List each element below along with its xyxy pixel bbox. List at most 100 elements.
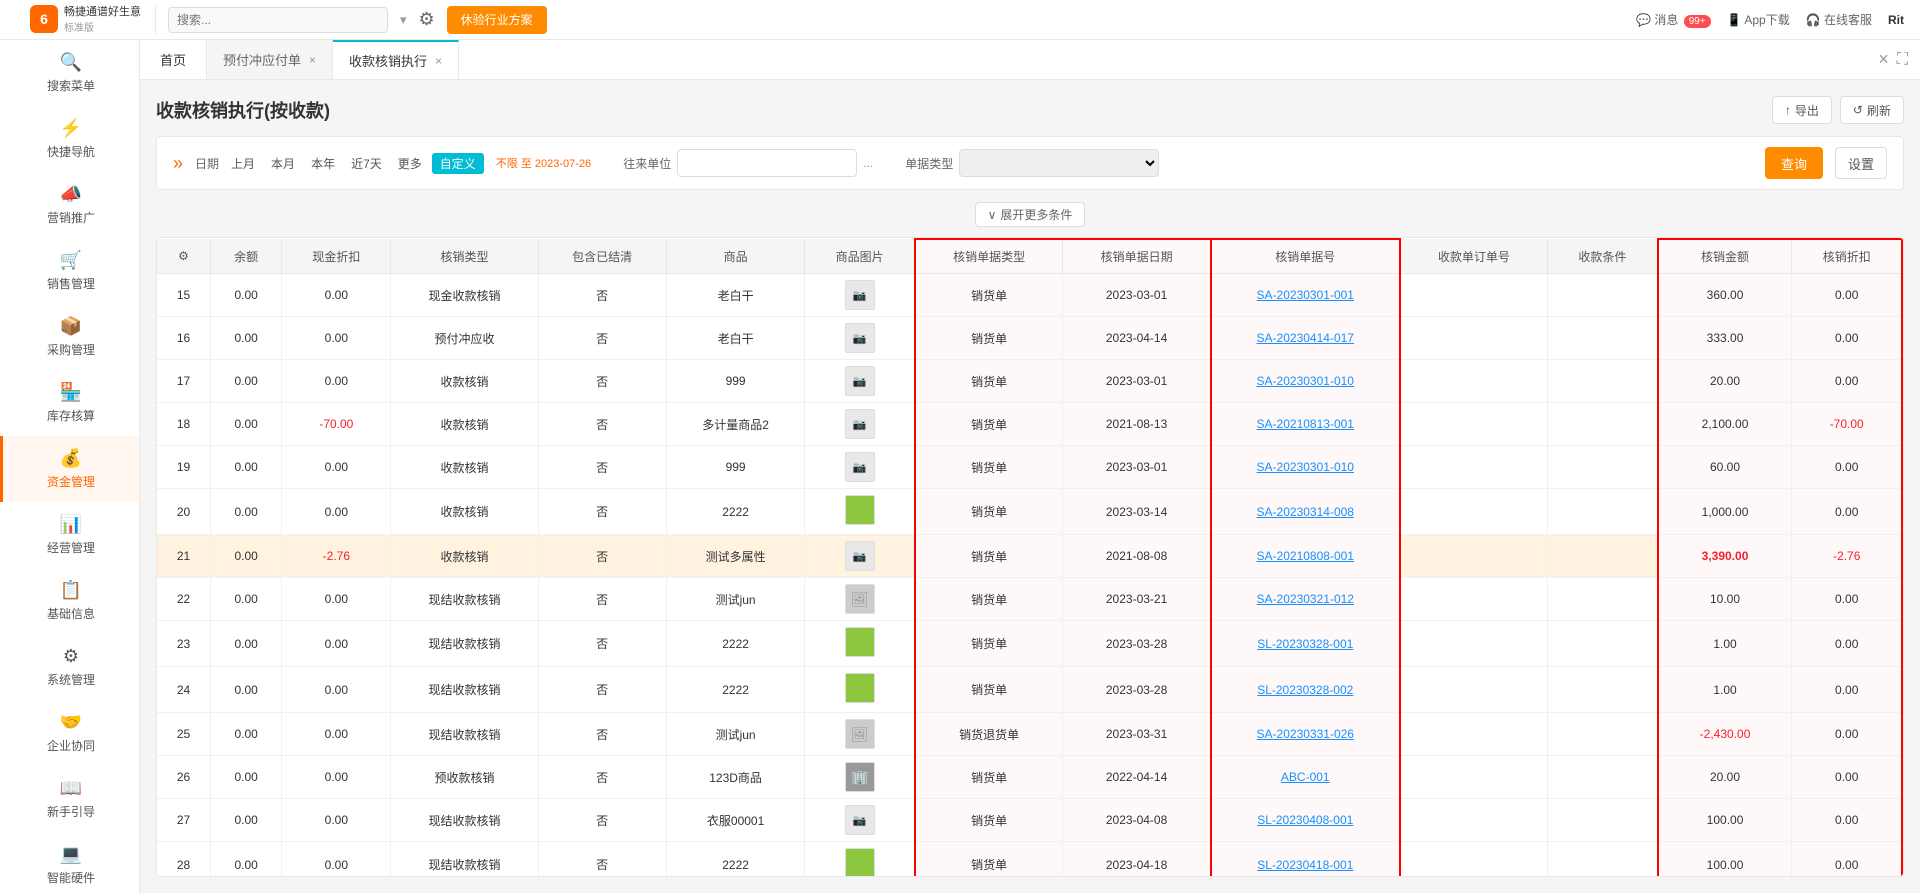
doc-type-select[interactable] [959, 149, 1159, 177]
sidebar-item-finance[interactable]: 💰 资金管理 [0, 436, 139, 502]
row-verify-no[interactable]: SA-20230314-008 [1211, 489, 1400, 535]
row-goods: 999 [666, 360, 805, 403]
export-btn[interactable]: ↑ 导出 [1772, 96, 1832, 124]
row-include-settled: 否 [538, 667, 666, 713]
row-verify-no[interactable]: SA-20210813-001 [1211, 403, 1400, 446]
tab-home[interactable]: 首页 [140, 40, 207, 79]
sidebar-item-management[interactable]: 📊 经营管理 [0, 502, 139, 568]
sidebar-item-guide[interactable]: 📖 新手引导 [0, 766, 139, 832]
app-download-item[interactable]: 📱 App下载 [1727, 11, 1790, 28]
online-support-item[interactable]: 🎧 在线客服 [1806, 11, 1872, 28]
row-id: 22 [157, 578, 211, 621]
row-verify-doc-type: 销货单 [915, 535, 1063, 578]
custom-btn[interactable]: 自定义 [432, 153, 484, 174]
sidebar-item-basic-info[interactable]: 📋 基础信息 [0, 568, 139, 634]
close-window-icon[interactable]: × [1878, 49, 1889, 70]
sidebar-item-label: 经营管理 [47, 539, 95, 556]
row-verify-no[interactable]: SA-20230301-001 [1211, 274, 1400, 317]
row-verify-amount: 20.00 [1658, 360, 1792, 403]
row-goods: 多计量商品2 [666, 403, 805, 446]
row-verify-no[interactable]: ABC-001 [1211, 756, 1400, 799]
user-name[interactable]: Rit [1888, 13, 1904, 27]
sidebar-item-search[interactable]: 🔍 搜索菜单 [0, 40, 139, 106]
refresh-btn[interactable]: ↺ 刷新 [1840, 96, 1904, 124]
row-goods: 测试多属性 [666, 535, 805, 578]
sidebar-item-marketing[interactable]: 📣 营销推广 [0, 172, 139, 238]
doc-type-filter: 单据类型 [905, 149, 1159, 177]
sidebar-item-purchase[interactable]: 📦 采购管理 [0, 304, 139, 370]
tab-prepay-close[interactable]: × [309, 53, 316, 67]
expand-more-btn[interactable]: ∨ 展开更多条件 [975, 202, 1086, 227]
row-verify-date: 2021-08-08 [1063, 535, 1211, 578]
row-verify-no[interactable]: SA-20230301-010 [1211, 446, 1400, 489]
sidebar-item-label: 采购管理 [47, 341, 95, 358]
row-verify-amount: 10.00 [1658, 578, 1792, 621]
table-row: 270.000.00现结收款核销否衣服00001📷销货单2023-04-08SL… [157, 799, 1902, 842]
row-verify-no[interactable]: SL-20230328-001 [1211, 621, 1400, 667]
notification-item[interactable]: 💬 消息 99+ [1636, 11, 1711, 28]
col-verify-discount: 核销折扣 [1792, 239, 1902, 274]
tab-receipt-verify-close[interactable]: × [435, 54, 442, 68]
recent7-btn[interactable]: 近7天 [345, 153, 388, 174]
row-receipt-condition [1548, 446, 1658, 489]
content-area: 首页 预付冲应付单 × 收款核销执行 × × ⛶ 收款核销执行(按收款) ↑ [140, 40, 1920, 893]
tab-prepay[interactable]: 预付冲应付单 × [207, 40, 333, 79]
settings-filter-btn[interactable]: 设置 [1835, 147, 1887, 179]
maximize-icon[interactable]: ⛶ [1897, 51, 1908, 69]
industry-btn[interactable]: 休验行业方案 [447, 6, 547, 34]
row-verify-no[interactable]: SA-20210808-001 [1211, 535, 1400, 578]
tab-receipt-verify[interactable]: 收款核销执行 × [333, 40, 459, 79]
row-goods: 2222 [666, 667, 805, 713]
row-verify-no[interactable]: SL-20230408-001 [1211, 799, 1400, 842]
last-month-btn[interactable]: 上月 [225, 153, 261, 174]
row-verify-discount: -2.76 [1792, 535, 1902, 578]
sidebar-item-inventory[interactable]: 🏪 库存核算 [0, 370, 139, 436]
row-verify-type: 预收款核销 [391, 756, 538, 799]
table-row: 190.000.00收款核销否999📷销货单2023-03-01SA-20230… [157, 446, 1902, 489]
row-verify-no[interactable]: SA-20230301-010 [1211, 360, 1400, 403]
row-verify-doc-type: 销货单 [915, 621, 1063, 667]
sidebar-item-quicknav[interactable]: ⚡ 快捷导航 [0, 106, 139, 172]
row-verify-date: 2023-03-01 [1063, 274, 1211, 317]
dropdown-icon[interactable]: ▾ [400, 12, 407, 28]
date-filter: 日期 上月 本月 本年 近7天 更多 自定义 [195, 153, 484, 174]
search-input[interactable] [168, 7, 388, 33]
row-verify-no[interactable]: SA-20230414-017 [1211, 317, 1400, 360]
row-include-settled: 否 [538, 578, 666, 621]
more-btn[interactable]: 更多 [392, 153, 428, 174]
row-verify-no[interactable]: SA-20230321-012 [1211, 578, 1400, 621]
row-verify-date: 2023-04-14 [1063, 317, 1211, 360]
search-icon: 🔍 [60, 52, 82, 73]
row-verify-no[interactable]: SL-20230418-001 [1211, 842, 1400, 878]
data-table-container: ⚙ 余额 现金折扣 核销类型 包含已结清 商品 商品图片 核销单据类型 核销单据… [156, 237, 1904, 877]
product-image [845, 673, 875, 703]
this-month-btn[interactable]: 本月 [265, 153, 301, 174]
row-verify-no[interactable]: SA-20230331-026 [1211, 713, 1400, 756]
purchase-icon: 📦 [60, 316, 82, 337]
this-year-btn[interactable]: 本年 [305, 153, 341, 174]
sidebar-item-system[interactable]: ⚙ 系统管理 [0, 634, 139, 700]
sidebar-item-collab[interactable]: 🤝 企业协同 [0, 700, 139, 766]
row-goods-img: 📷 [805, 274, 915, 317]
sidebar-item-sales[interactable]: 🛒 销售管理 [0, 238, 139, 304]
row-verify-doc-type: 销货单 [915, 446, 1063, 489]
settings-icon[interactable]: ⚙ [419, 9, 435, 30]
row-verify-amount: 360.00 [1658, 274, 1792, 317]
sidebar-item-hardware[interactable]: 💻 智能硬件 [0, 832, 139, 893]
expand-chevron-icon: ∨ [988, 208, 997, 222]
col-setting[interactable]: ⚙ [157, 239, 211, 274]
query-btn[interactable]: 查询 [1765, 147, 1823, 179]
row-receipt-condition [1548, 667, 1658, 713]
sidebar-item-label: 搜索菜单 [47, 77, 95, 94]
row-goods-img: 📷 [805, 317, 915, 360]
expand-arrow-btn[interactable]: » [173, 153, 183, 174]
collab-icon: 🤝 [60, 712, 82, 733]
table-row: 250.000.00现结收款核销否测试jun🖼销货退货单2023-03-31SA… [157, 713, 1902, 756]
row-cash-discount: 0.00 [282, 360, 391, 403]
row-verify-discount: 0.00 [1792, 667, 1902, 713]
row-verify-no[interactable]: SL-20230328-002 [1211, 667, 1400, 713]
partner-more-icon[interactable]: ... [863, 156, 873, 170]
row-receipt-condition [1548, 535, 1658, 578]
partner-input[interactable] [677, 149, 857, 177]
product-image: 📷 [845, 541, 875, 571]
